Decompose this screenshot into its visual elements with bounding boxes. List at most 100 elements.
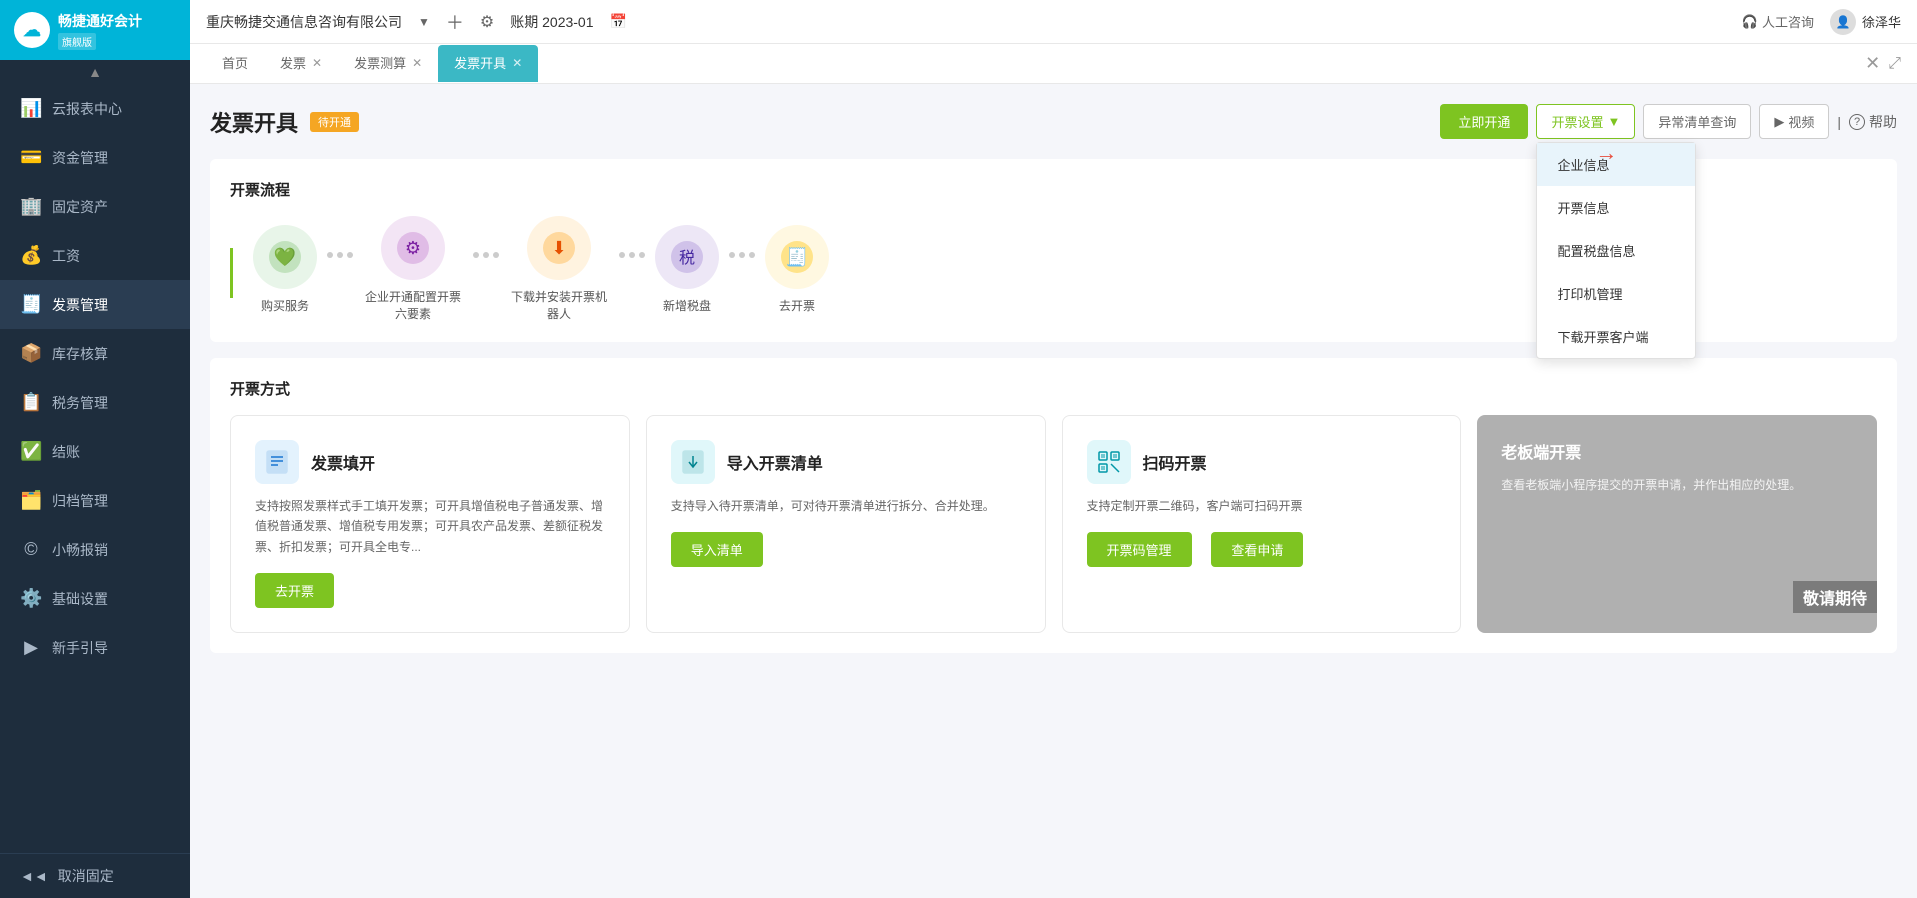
logo-text-block: 畅捷通好会计 旗舰版: [58, 11, 142, 50]
page-actions: 立即开通 开票设置 ▼ 企业信息 开票信息: [1440, 104, 1897, 139]
tab-home[interactable]: 首页: [206, 45, 264, 82]
connector-2: [463, 252, 509, 258]
tab-home-label: 首页: [222, 53, 248, 72]
avatar: 👤: [1830, 9, 1856, 35]
pin-icon: ◄◄: [20, 868, 48, 884]
qr-manage-button[interactable]: 开票码管理: [1087, 532, 1192, 567]
flow-divider: [230, 248, 233, 298]
tab-fapiao-close[interactable]: ✕: [312, 56, 322, 70]
company-dropdown-icon[interactable]: ▼: [418, 15, 430, 29]
sidebar-item-label: 固定资产: [52, 197, 108, 217]
sidebar-item-label: 小畅报销: [52, 540, 108, 560]
sidebar-bottom: ◄◄ 取消固定: [0, 853, 190, 898]
dropdown-item-printer[interactable]: 打印机管理: [1537, 272, 1695, 315]
import-list-button[interactable]: 导入清单: [671, 532, 763, 567]
add-disk-icon: 税: [655, 225, 719, 289]
download-label: 下载并安装开票机器人: [509, 288, 609, 322]
sidebar-item-gudingzichan[interactable]: 🏢 固定资产: [0, 182, 190, 231]
sidebar-item-fapiao[interactable]: 🧾 发票管理: [0, 280, 190, 329]
page-header: 发票开具 待开通 立即开通 开票设置 ▼ 企业信息: [210, 104, 1897, 139]
sidebar-item-label: 基础设置: [52, 589, 108, 609]
scan-icon: [1087, 440, 1131, 484]
dropdown-item-tax-disk[interactable]: 配置税盘信息: [1537, 229, 1695, 272]
activate-button[interactable]: 立即开通: [1440, 104, 1528, 139]
sidebar-item-yunbao[interactable]: 📊 云报表中心: [0, 84, 190, 133]
logo-icon: ☁: [14, 12, 50, 48]
gudingzichan-icon: 🏢: [20, 196, 42, 217]
buy-label: 购买服务: [261, 297, 309, 314]
chevron-down-icon: ▼: [1607, 114, 1620, 129]
method-cards: 发票填开 支持按照发票样式手工填开发票；可开具增值税电子普通发票、增值税普通发票…: [230, 415, 1877, 633]
sidebar-item-label: 库存核算: [52, 344, 108, 364]
kucun-icon: 📦: [20, 343, 42, 364]
buy-icon: 💚: [253, 225, 317, 289]
user-name: 徐泽华: [1862, 12, 1901, 31]
support-label: 人工咨询: [1762, 12, 1814, 31]
tab-kaiju[interactable]: 发票开具 ✕: [438, 45, 538, 82]
svg-text:💚: 💚: [274, 247, 297, 267]
method-header-fill: 发票填开: [255, 440, 605, 484]
sidebar-item-jiezhang[interactable]: ✅ 结账: [0, 427, 190, 476]
tab-fapiao[interactable]: 发票 ✕: [264, 45, 338, 82]
method-card-scan: 扫码开票 支持定制开票二维码，客户端可扫码开票 开票码管理 查看申请: [1062, 415, 1462, 633]
fill-icon: [255, 440, 299, 484]
user-info[interactable]: 👤 徐泽华: [1830, 9, 1901, 35]
disabled-label: 敬请期待: [1793, 581, 1877, 613]
sidebar-item-shuiwu[interactable]: 📋 税务管理: [0, 378, 190, 427]
xinshouyindao-icon: ▶: [20, 637, 42, 658]
period-label: 账期 2023-01: [510, 12, 593, 32]
tabs-bar: 首页 发票 ✕ 发票测算 ✕ 发票开具 ✕ ✕ ⤢: [190, 44, 1917, 84]
view-apply-button[interactable]: 查看申请: [1211, 532, 1303, 567]
invoice-step-label: 去开票: [779, 297, 815, 314]
tab-cesuan-close[interactable]: ✕: [412, 56, 422, 70]
guidang-icon: 🗂️: [20, 490, 42, 511]
dropdown-item-invoice-info[interactable]: 开票信息: [1537, 186, 1695, 229]
fill-desc: 支持按照发票样式手工填开发票；可开具增值税电子普通发票、增值税普通发票、增值税专…: [255, 496, 605, 557]
cancel-pin-label: 取消固定: [58, 866, 114, 886]
sidebar: ☁ 畅捷通好会计 旗舰版 ▲ 📊 云报表中心 💳 资金管理 🏢 固定资产 💰: [0, 0, 190, 898]
fill-invoice-button[interactable]: 去开票: [255, 573, 334, 608]
headset-icon: 🎧: [1742, 14, 1758, 30]
tab-cesuan[interactable]: 发票测算 ✕: [338, 45, 438, 82]
content-area: 发票开具 待开通 立即开通 开票设置 ▼ 企业信息: [190, 84, 1917, 898]
jichushezhi-icon: ⚙️: [20, 588, 42, 609]
method-header-boss: 老板端开票: [1501, 439, 1853, 463]
calendar-icon[interactable]: 📅: [610, 13, 627, 30]
svg-text:税: 税: [679, 249, 695, 267]
method-header-scan: 扫码开票: [1087, 440, 1437, 484]
sidebar-item-zijin[interactable]: 💳 资金管理: [0, 133, 190, 182]
sidebar-item-kucun[interactable]: 📦 库存核算: [0, 329, 190, 378]
expand-icon[interactable]: ⤢: [1888, 55, 1901, 73]
help-label: 帮助: [1869, 112, 1897, 132]
method-section-title: 开票方式: [230, 378, 1877, 399]
settings-icon[interactable]: ⚙: [480, 12, 494, 32]
flow-step-invoice: 🧾 去开票: [765, 225, 829, 314]
sidebar-item-xinshouyindao[interactable]: ▶ 新手引导: [0, 623, 190, 672]
video-button[interactable]: ▶ 视频: [1759, 104, 1829, 139]
invoice-icon: 🧾: [765, 225, 829, 289]
page-title: 发票开具: [210, 106, 298, 138]
tab-kaiju-close[interactable]: ✕: [512, 56, 522, 70]
sidebar-nav: 📊 云报表中心 💳 资金管理 🏢 固定资产 💰 工资 🧾 发票管理 📦: [0, 84, 190, 853]
sidebar-item-label: 发票管理: [52, 295, 108, 315]
sidebar-item-label: 归档管理: [52, 491, 108, 511]
settings-button[interactable]: 开票设置 ▼: [1536, 104, 1635, 139]
dropdown-printer-label: 打印机管理: [1557, 287, 1622, 302]
connector-3: [609, 252, 655, 258]
sidebar-cancel-pin[interactable]: ◄◄ 取消固定: [0, 854, 190, 898]
add-company-button[interactable]: ＋: [446, 9, 464, 35]
main-area: 重庆畅捷交通信息咨询有限公司 ▼ ＋ ⚙ 账期 2023-01 📅 🎧 人工咨询…: [190, 0, 1917, 898]
sidebar-item-guidang[interactable]: 🗂️ 归档管理: [0, 476, 190, 525]
help-button[interactable]: ? 帮助: [1849, 112, 1897, 132]
sidebar-item-gongzi[interactable]: 💰 工资: [0, 231, 190, 280]
support-button[interactable]: 🎧 人工咨询: [1742, 12, 1814, 31]
sidebar-item-jichushezhi[interactable]: ⚙️ 基础设置: [0, 574, 190, 623]
exception-button[interactable]: 异常清单查询: [1643, 104, 1751, 139]
sidebar-item-xiaochangbaoxiao[interactable]: © 小畅报销: [0, 525, 190, 574]
close-all-tabs-button[interactable]: ✕: [1865, 53, 1880, 74]
sidebar-item-label: 结账: [52, 442, 80, 462]
sidebar-scroll-up[interactable]: ▲: [0, 60, 190, 84]
gongzi-icon: 💰: [20, 245, 42, 266]
dropdown-download-client-label: 下载开票客户端: [1557, 330, 1648, 345]
dropdown-item-download-client[interactable]: 下载开票客户端: [1537, 315, 1695, 358]
